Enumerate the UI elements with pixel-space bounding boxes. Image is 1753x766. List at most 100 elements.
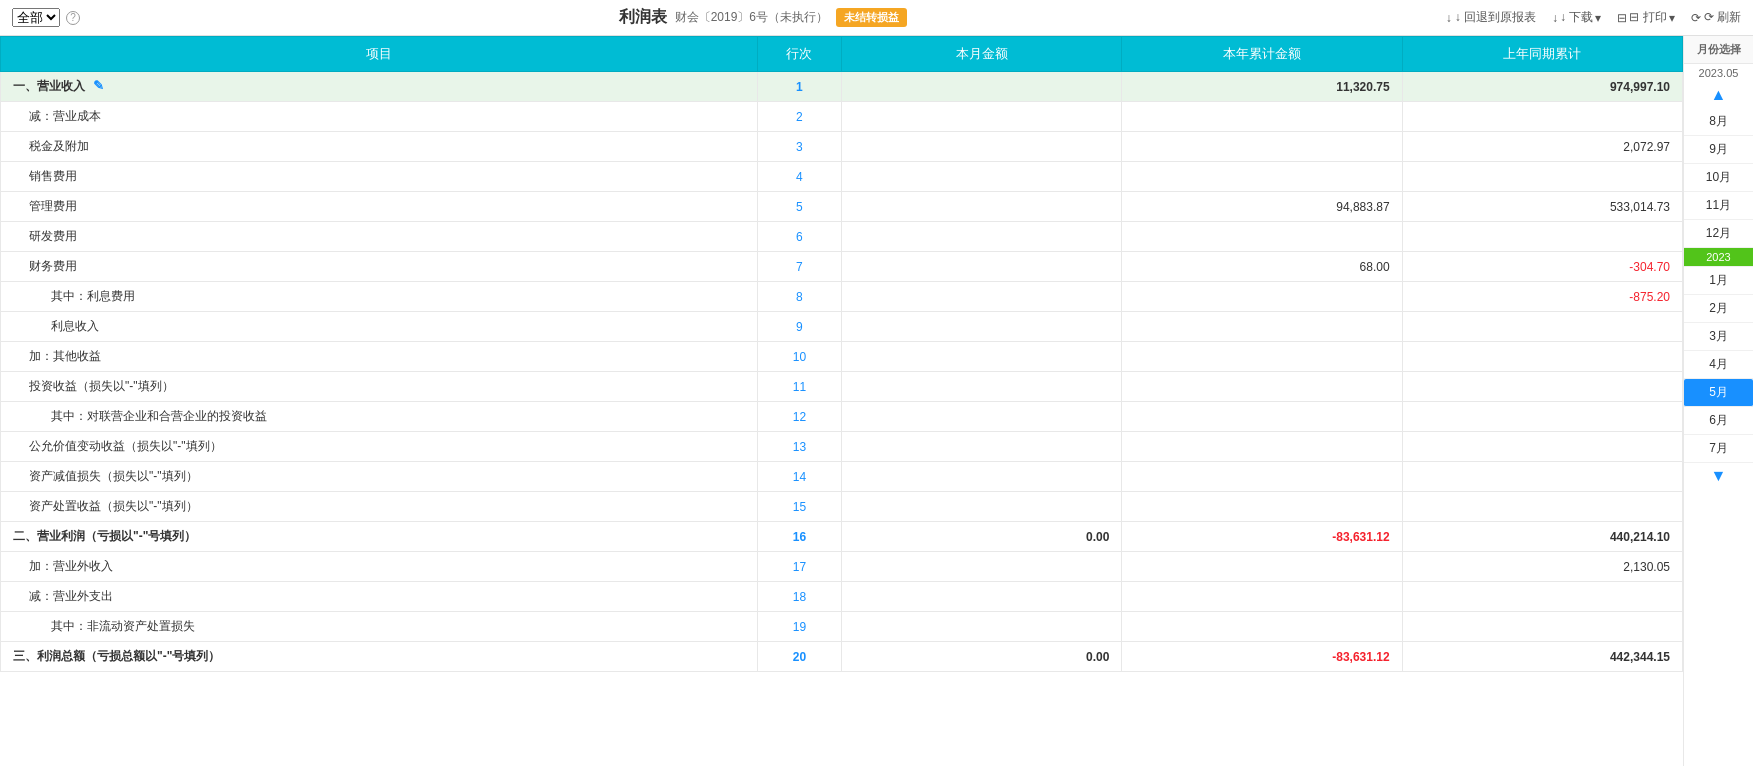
col-header-year: 本年累计金额 [1122,37,1402,72]
prev-amount: -875.20 [1402,282,1682,312]
table-row: 财务费用768.00-304.70 [1,252,1683,282]
month-item[interactable]: 6月 [1684,407,1753,435]
year-amount: 11,320.75 [1122,72,1402,102]
year-amount [1122,342,1402,372]
item-cell: 研发费用 [1,222,758,252]
month-item[interactable]: 9月 [1684,136,1753,164]
row-number: 12 [757,402,841,432]
year-amount [1122,312,1402,342]
month-amount [841,282,1121,312]
month-item[interactable]: 7月 [1684,435,1753,463]
month-amount [841,612,1121,642]
month-sidebar-title: 月份选择 [1684,36,1753,64]
prev-amount [1402,372,1682,402]
row-number: 16 [757,522,841,552]
item-cell: 其中：利息费用 [1,282,758,312]
prev-amount [1402,312,1682,342]
prev-amount: 2,130.05 [1402,552,1682,582]
table-row: 资产减值损失（损失以"-"填列）14 [1,462,1683,492]
prev-amount: 442,344.15 [1402,642,1682,672]
year-amount [1122,282,1402,312]
print-icon: ⊟ [1617,11,1627,25]
item-cell: 一、营业收入 ✎ [1,72,758,102]
month-down-button[interactable]: ▼ [1684,463,1753,489]
item-cell: 财务费用 [1,252,758,282]
row-number: 18 [757,582,841,612]
print-button[interactable]: ⊟ ⊟ 打印 ▾ [1617,9,1674,26]
col-header-month: 本月金额 [841,37,1121,72]
month-item[interactable]: 12月 [1684,220,1753,248]
download-button[interactable]: ↓ ↓ 下载 ▾ [1552,9,1601,26]
item-cell: 三、利润总额（亏损总额以"-"号填列） [1,642,758,672]
month-item[interactable]: 10月 [1684,164,1753,192]
year-amount [1122,162,1402,192]
report-table: 项目 行次 本月金额 本年累计金额 上年同期累计 一、营业收入 ✎111,320… [0,36,1683,672]
table-row: 资产处置收益（损失以"-"填列）15 [1,492,1683,522]
prev-amount [1402,402,1682,432]
page-title-area: 利润表 财会〔2019〕6号（未执行） 未结转损益 [619,7,907,28]
item-cell: 公允价值变动收益（损失以"-"填列） [1,432,758,462]
row-number: 9 [757,312,841,342]
year-amount [1122,402,1402,432]
col-header-item: 项目 [1,37,758,72]
table-row: 加：营业外收入172,130.05 [1,552,1683,582]
item-cell: 利息收入 [1,312,758,342]
prev-amount [1402,162,1682,192]
table-row: 管理费用594,883.87533,014.73 [1,192,1683,222]
month-amount: 0.00 [841,642,1121,672]
month-amount [841,552,1121,582]
table-row: 二、营业利润（亏损以"-"号填列）160.00-83,631.12440,214… [1,522,1683,552]
page-title: 利润表 [619,7,667,28]
toolbar: ↓ ↓ 回退到原报表 ↓ ↓ 下载 ▾ ⊟ ⊟ 打印 ▾ ⟳ ⟳ 刷新 [1446,9,1741,26]
month-amount [841,492,1121,522]
month-sidebar: 月份选择 2023.05 ▲ 8月9月10月11月12月20231月2月3月4月… [1683,36,1753,766]
table-row: 投资收益（损失以"-"填列）11 [1,372,1683,402]
prev-amount [1402,432,1682,462]
download-icon: ↓ [1552,11,1558,25]
breadcrumb: 全部 ? [12,8,80,27]
year-label: 2023 [1684,248,1753,267]
month-item[interactable]: 8月 [1684,108,1753,136]
month-amount [841,582,1121,612]
table-row: 减：营业成本2 [1,102,1683,132]
month-up-button[interactable]: ▲ [1684,82,1753,108]
item-cell: 资产减值损失（损失以"-"填列） [1,462,758,492]
prev-amount [1402,492,1682,522]
year-amount [1122,222,1402,252]
item-cell: 投资收益（损失以"-"填列） [1,372,758,402]
month-item[interactable]: 4月 [1684,351,1753,379]
year-amount [1122,372,1402,402]
row-number: 4 [757,162,841,192]
refresh-button[interactable]: ⟳ ⟳ 刷新 [1691,9,1741,26]
month-item[interactable]: 1月 [1684,267,1753,295]
edit-icon[interactable]: ✎ [89,78,104,93]
year-amount [1122,462,1402,492]
month-amount [841,222,1121,252]
prev-amount: -304.70 [1402,252,1682,282]
table-row: 减：营业外支出18 [1,582,1683,612]
prev-amount: 440,214.10 [1402,522,1682,552]
row-number: 3 [757,132,841,162]
row-number: 17 [757,552,841,582]
year-amount: 94,883.87 [1122,192,1402,222]
month-item[interactable]: 2月 [1684,295,1753,323]
table-row: 研发费用6 [1,222,1683,252]
month-item[interactable]: 5月 [1684,379,1753,407]
breadcrumb-select[interactable]: 全部 [12,8,60,27]
month-item[interactable]: 11月 [1684,192,1753,220]
back-button[interactable]: ↓ ↓ 回退到原报表 [1446,9,1536,26]
row-number: 6 [757,222,841,252]
refresh-icon: ⟳ [1691,11,1701,25]
year-amount [1122,102,1402,132]
row-number: 11 [757,372,841,402]
month-list: 8月9月10月11月12月20231月2月3月4月5月6月7月 [1684,108,1753,463]
chevron-down-icon-print: ▾ [1669,11,1675,25]
month-amount [841,462,1121,492]
table-row: 三、利润总额（亏损总额以"-"号填列）200.00-83,631.12442,3… [1,642,1683,672]
prev-amount [1402,582,1682,612]
prev-amount [1402,222,1682,252]
status-badge: 未结转损益 [836,8,907,27]
row-number: 2 [757,102,841,132]
month-item[interactable]: 3月 [1684,323,1753,351]
table-container[interactable]: 项目 行次 本月金额 本年累计金额 上年同期累计 一、营业收入 ✎111,320… [0,36,1683,766]
